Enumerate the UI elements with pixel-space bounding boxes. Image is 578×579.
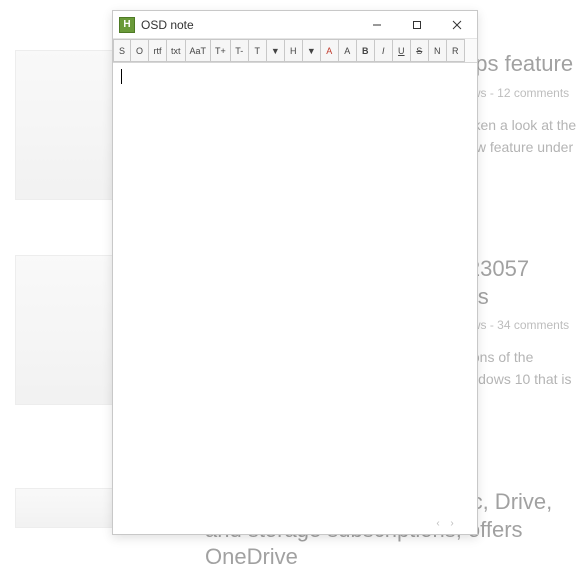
toolbar-strike-button[interactable]: S — [411, 39, 429, 62]
scroll-right-icon[interactable]: › — [445, 516, 459, 530]
toolbar-rtf-button[interactable]: rtf — [149, 39, 167, 62]
scroll-left-icon[interactable]: ‹ — [431, 516, 445, 530]
article-thumbnail — [15, 488, 115, 528]
titlebar[interactable]: H OSD note — [113, 11, 477, 39]
toolbar-italic-button[interactable]: I — [375, 39, 393, 62]
window-title: OSD note — [141, 18, 357, 32]
note-textarea[interactable] — [113, 63, 477, 534]
article-thumbnail — [15, 255, 115, 405]
toolbar-font-button[interactable]: T — [249, 39, 267, 62]
toolbar-highlight-button[interactable]: A — [339, 39, 357, 62]
window-controls — [357, 11, 477, 38]
text-caret — [121, 69, 122, 84]
formatting-toolbar: S O rtf txt AaT T+ T- T ▼ H ▼ A A B I U … — [113, 39, 477, 63]
close-button[interactable] — [437, 11, 477, 38]
toolbar-txt-button[interactable]: txt — [167, 39, 186, 62]
toolbar-bold-button[interactable]: B — [357, 39, 375, 62]
toolbar-heading-dropdown[interactable]: ▼ — [303, 39, 321, 62]
toolbar-size-up-button[interactable]: T+ — [211, 39, 231, 62]
app-icon: H — [119, 17, 135, 33]
toolbar-underline-button[interactable]: U — [393, 39, 411, 62]
toolbar-case-button[interactable]: AaT — [186, 39, 212, 62]
toolbar-size-down-button[interactable]: T- — [231, 39, 249, 62]
minimize-button[interactable] — [357, 11, 397, 38]
osd-note-window: H OSD note S O rtf txt AaT T+ T- T ▼ H ▼… — [112, 10, 478, 535]
toolbar-textcolor-button[interactable]: A — [321, 39, 339, 62]
toolbar-normal-button[interactable]: N — [429, 39, 447, 62]
maximize-button[interactable] — [397, 11, 437, 38]
article-thumbnail — [15, 50, 115, 200]
toolbar-heading-button[interactable]: H — [285, 39, 303, 62]
toolbar-save-button[interactable]: S — [113, 39, 131, 62]
toolbar-reset-button[interactable]: R — [447, 39, 465, 62]
toolbar-open-button[interactable]: O — [131, 39, 149, 62]
toolbar-font-dropdown[interactable]: ▼ — [267, 39, 285, 62]
horizontal-scroll[interactable]: ‹ › — [431, 516, 459, 530]
